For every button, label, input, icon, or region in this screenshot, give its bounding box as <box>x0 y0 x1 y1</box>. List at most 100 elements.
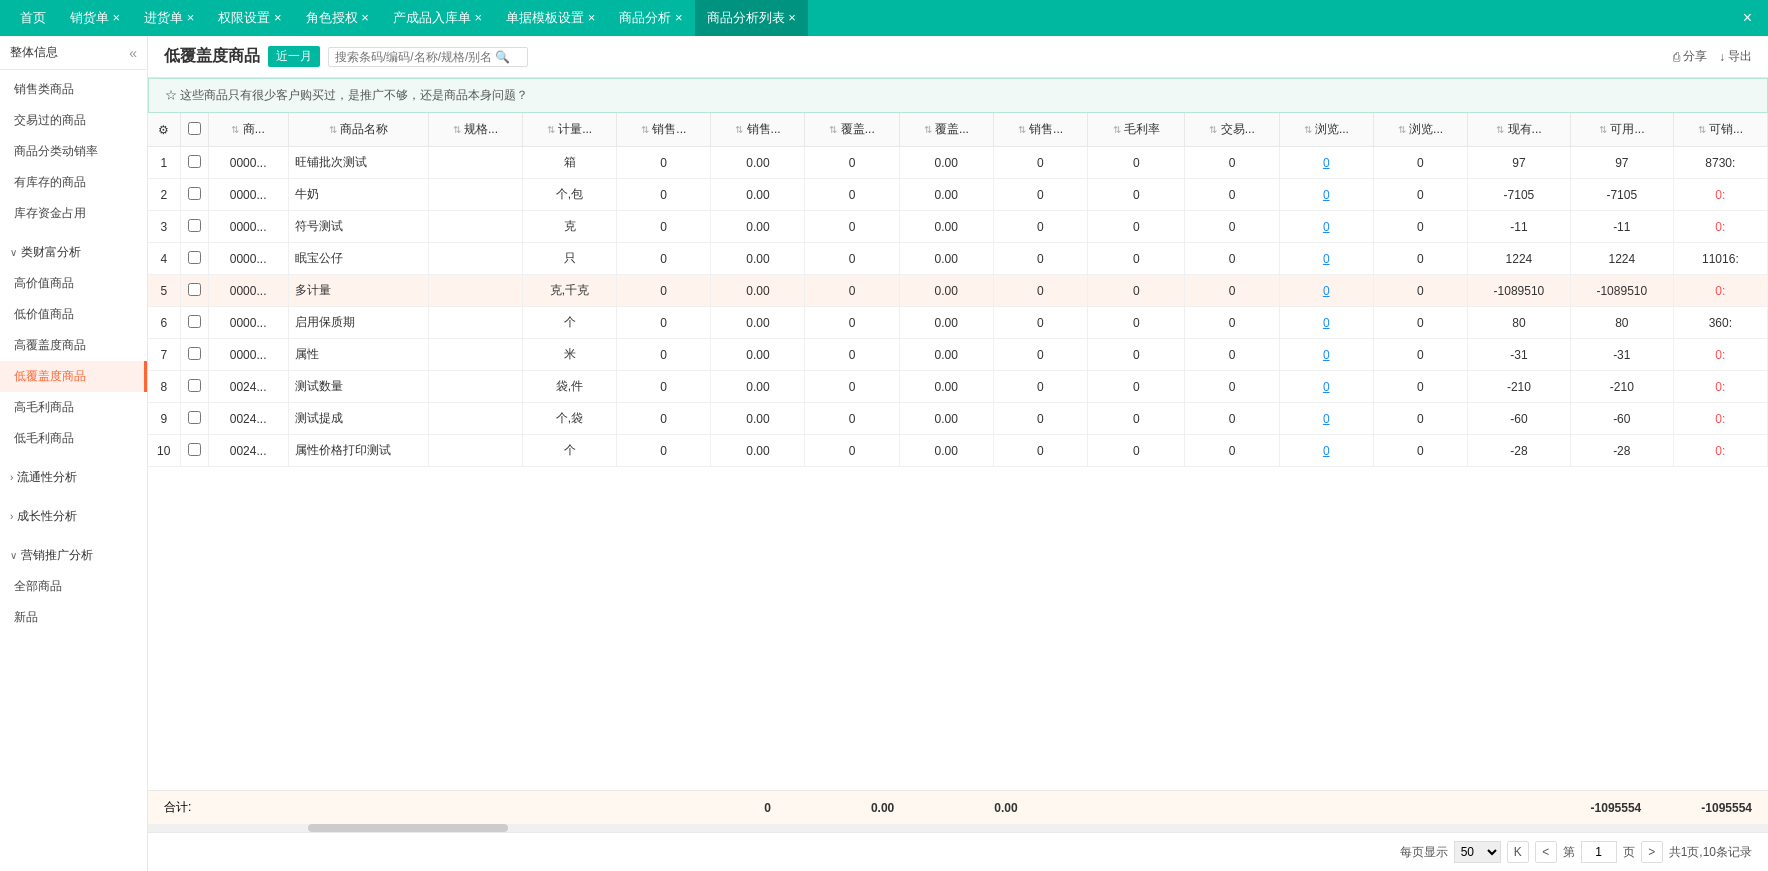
row-checkbox[interactable] <box>180 147 208 179</box>
row-select-checkbox[interactable] <box>188 347 201 360</box>
col-cov1[interactable]: ⇅ 覆盖... <box>805 113 899 147</box>
row-browse1[interactable]: 0 <box>1279 435 1373 467</box>
sidebar-item-category-rate[interactable]: 商品分类动销率 <box>0 136 147 167</box>
row-current: -31 <box>1468 339 1571 371</box>
row-current: -60 <box>1468 403 1571 435</box>
col-settings[interactable]: ⚙ <box>148 113 180 147</box>
row-select-checkbox[interactable] <box>188 187 201 200</box>
row-checkbox[interactable] <box>180 339 208 371</box>
row-browse1[interactable]: 0 <box>1279 307 1373 339</box>
next-page-btn[interactable]: > <box>1641 841 1663 863</box>
search-icon[interactable]: 🔍 <box>495 50 510 64</box>
nav-item-sales[interactable]: 销货单 × <box>58 0 132 36</box>
row-checkbox[interactable] <box>180 211 208 243</box>
share-button[interactable]: ⎙ 分享 <box>1673 48 1707 65</box>
sidebar-item-low-coverage[interactable]: 低覆盖度商品 <box>0 361 147 392</box>
col-code[interactable]: ⇅ 商... <box>208 113 288 147</box>
col-gross-margin[interactable]: ⇅ 毛利率 <box>1088 113 1185 147</box>
sidebar-group-growth[interactable]: › 成长性分析 <box>0 501 147 532</box>
sidebar-item-all-goods[interactable]: 全部商品 <box>0 571 147 602</box>
nav-item-templates[interactable]: 单据模板设置 × <box>494 0 607 36</box>
col-current-stock[interactable]: ⇅ 现有... <box>1468 113 1571 147</box>
row-checkbox[interactable] <box>180 403 208 435</box>
page-title: 低覆盖度商品 <box>164 46 260 67</box>
export-button[interactable]: ↓ 导出 <box>1719 48 1752 65</box>
sidebar-item-high-value[interactable]: 高价值商品 <box>0 268 147 299</box>
sidebar-item-high-coverage[interactable]: 高覆盖度商品 <box>0 330 147 361</box>
first-page-btn[interactable]: K <box>1507 841 1529 863</box>
row-browse1[interactable]: 0 <box>1279 179 1373 211</box>
col-sales-qty[interactable]: ⇅ 销售... <box>617 113 711 147</box>
sidebar-group-wealth[interactable]: ∨ 类财富分析 <box>0 237 147 268</box>
row-browse1[interactable]: 0 <box>1279 403 1373 435</box>
table-wrapper[interactable]: ⚙ ⇅ 商... ⇅ 商品名称 ⇅ 规格... ⇅ 计量... ⇅ 销售... … <box>148 113 1768 790</box>
row-select-checkbox[interactable] <box>188 251 201 264</box>
row-browse1[interactable]: 0 <box>1279 339 1373 371</box>
select-all-checkbox[interactable] <box>188 122 201 135</box>
col-cov2[interactable]: ⇅ 覆盖... <box>899 113 993 147</box>
scrollbar-thumb[interactable] <box>308 824 508 832</box>
row-cov1: 0 <box>805 307 899 339</box>
col-browse2[interactable]: ⇅ 浏览... <box>1373 113 1467 147</box>
row-select-checkbox[interactable] <box>188 379 201 392</box>
row-browse1[interactable]: 0 <box>1279 275 1373 307</box>
per-page-select[interactable]: 50 100 <box>1454 841 1501 863</box>
sidebar-item-stocked-goods[interactable]: 有库存的商品 <box>0 167 147 198</box>
nav-item-roles[interactable]: 角色授权 × <box>294 0 381 36</box>
col-checkbox[interactable] <box>180 113 208 147</box>
row-browse1[interactable]: 0 <box>1279 371 1373 403</box>
row-cov2: 0.00 <box>899 371 993 403</box>
sidebar-group-circulation[interactable]: › 流通性分析 <box>0 462 147 493</box>
sidebar-item-low-margin[interactable]: 低毛利商品 <box>0 423 147 454</box>
col-saleable[interactable]: ⇅ 可销... <box>1673 113 1767 147</box>
row-gross-margin: 0 <box>1088 275 1185 307</box>
row-checkbox[interactable] <box>180 179 208 211</box>
col-name[interactable]: ⇅ 商品名称 <box>288 113 428 147</box>
sidebar-item-inventory-funds[interactable]: 库存资金占用 <box>0 198 147 229</box>
row-select-checkbox[interactable] <box>188 283 201 296</box>
close-button[interactable]: × <box>1735 9 1760 27</box>
sidebar-item-new-goods[interactable]: 新品 <box>0 602 147 633</box>
col-trade[interactable]: ⇅ 交易... <box>1185 113 1279 147</box>
search-box[interactable]: 🔍 <box>328 47 528 67</box>
row-sales-amt: 0.00 <box>711 147 805 179</box>
row-select-checkbox[interactable] <box>188 411 201 424</box>
time-filter-button[interactable]: 近一月 <box>268 46 320 67</box>
row-select-checkbox[interactable] <box>188 315 201 328</box>
row-checkbox[interactable] <box>180 307 208 339</box>
row-select-checkbox[interactable] <box>188 155 201 168</box>
page-input[interactable] <box>1581 841 1617 863</box>
col-unit[interactable]: ⇅ 计量... <box>522 113 616 147</box>
row-checkbox[interactable] <box>180 371 208 403</box>
row-browse1[interactable]: 0 <box>1279 147 1373 179</box>
sidebar-item-low-value[interactable]: 低价值商品 <box>0 299 147 330</box>
row-browse1[interactable]: 0 <box>1279 211 1373 243</box>
horizontal-scrollbar[interactable] <box>148 824 1768 832</box>
sidebar-item-high-margin[interactable]: 高毛利商品 <box>0 392 147 423</box>
sidebar-item-traded-goods[interactable]: 交易过的商品 <box>0 105 147 136</box>
nav-item-purchase[interactable]: 进货单 × <box>132 0 206 36</box>
row-select-checkbox[interactable] <box>188 443 201 456</box>
prev-page-btn[interactable]: < <box>1535 841 1557 863</box>
row-browse1[interactable]: 0 <box>1279 243 1373 275</box>
row-checkbox[interactable] <box>180 275 208 307</box>
row-select-checkbox[interactable] <box>188 219 201 232</box>
sidebar-item-sales-goods[interactable]: 销售类商品 <box>0 74 147 105</box>
col-sales-days[interactable]: ⇅ 销售... <box>993 113 1087 147</box>
row-checkbox[interactable] <box>180 435 208 467</box>
search-input[interactable] <box>335 50 495 64</box>
nav-item-permissions[interactable]: 权限设置 × <box>206 0 293 36</box>
nav-item-product-analysis[interactable]: 商品分析 × <box>607 0 694 36</box>
nav-item-production[interactable]: 产成品入库单 × <box>381 0 494 36</box>
col-sales-amt[interactable]: ⇅ 销售... <box>711 113 805 147</box>
col-usable-stock[interactable]: ⇅ 可用... <box>1570 113 1673 147</box>
row-browse2: 0 <box>1373 435 1467 467</box>
row-checkbox[interactable] <box>180 243 208 275</box>
col-browse1[interactable]: ⇅ 浏览... <box>1279 113 1373 147</box>
sidebar-group-marketing[interactable]: ∨ 营销推广分析 <box>0 540 147 571</box>
nav-item-home[interactable]: 首页 <box>8 0 58 36</box>
row-sales-days: 0 <box>993 243 1087 275</box>
sidebar-collapse-icon[interactable]: « <box>129 45 137 61</box>
col-spec[interactable]: ⇅ 规格... <box>428 113 522 147</box>
nav-item-product-analysis-list[interactable]: 商品分析列表 × <box>695 0 808 36</box>
